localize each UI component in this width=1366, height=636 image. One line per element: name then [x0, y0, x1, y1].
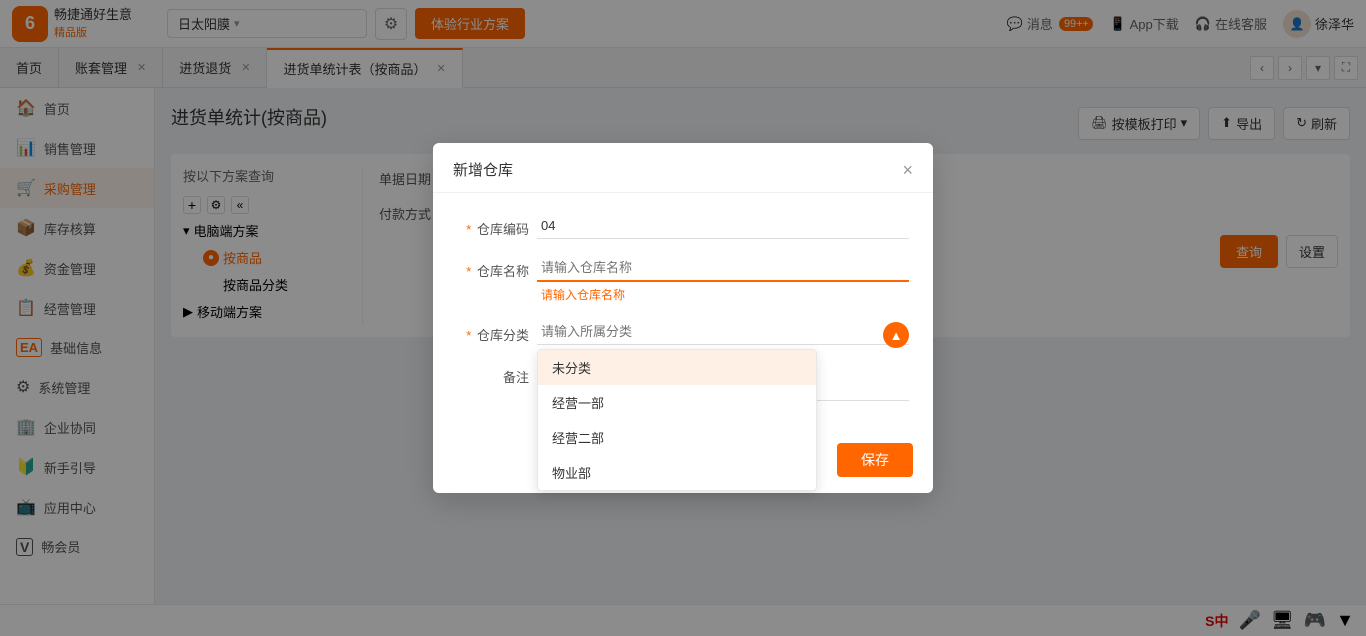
dropdown-item-2[interactable]: 经营二部	[538, 420, 816, 455]
form-row-name: * 仓库名称 请输入仓库名称	[457, 255, 909, 303]
modal-close-button[interactable]: ×	[902, 161, 913, 179]
add-warehouse-modal: 新增仓库 × * 仓库编码 * 仓库名称	[433, 143, 933, 493]
code-label: * 仓库编码	[457, 213, 537, 238]
modal-overlay: 新增仓库 × * 仓库编码 * 仓库名称	[0, 0, 1366, 636]
name-error-msg: 请输入仓库名称	[541, 286, 625, 303]
form-row-code: * 仓库编码	[457, 213, 909, 239]
category-field-wrap: ▲ 未分类 经营一部 经营二部 物业部	[537, 319, 909, 345]
dropdown-item-3[interactable]: 物业部	[538, 455, 816, 490]
note-label: 备注	[457, 361, 537, 386]
modal-header: 新增仓库 ×	[433, 143, 933, 193]
code-input[interactable]	[537, 213, 909, 239]
dropdown-item-0[interactable]: 未分类	[538, 350, 816, 385]
category-label: * 仓库分类	[457, 319, 537, 344]
category-toggle-button[interactable]: ▲	[883, 322, 909, 348]
modal-title: 新增仓库	[453, 159, 513, 180]
dropdown-item-1[interactable]: 经营一部	[538, 385, 816, 420]
save-button[interactable]: 保存	[837, 443, 913, 477]
form-row-category: * 仓库分类 ▲ 未分类 经营一部 经营二部 物业部	[457, 319, 909, 345]
name-input[interactable]	[537, 255, 909, 282]
name-label: * 仓库名称	[457, 255, 537, 280]
category-input[interactable]	[537, 319, 909, 345]
category-dropdown: 未分类 经营一部 经营二部 物业部	[537, 349, 817, 491]
modal-body: * 仓库编码 * 仓库名称 请输入仓库名称	[433, 193, 933, 433]
